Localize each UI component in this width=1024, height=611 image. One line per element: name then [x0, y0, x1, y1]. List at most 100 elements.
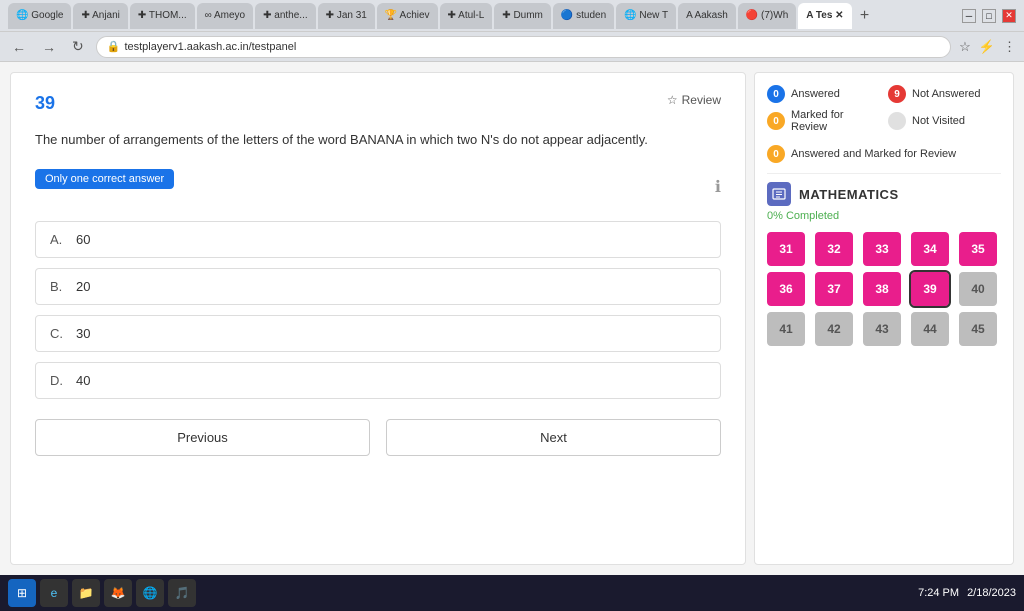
tab-jan31[interactable]: ✚ Jan 31: [318, 3, 375, 29]
completed-percentage: 0% Completed: [767, 210, 1001, 222]
option-c-label: C.: [50, 326, 66, 341]
taskbar-left: ⊞ e 📁 🦊 🌐 🎵: [8, 579, 196, 607]
option-c-value: 30: [76, 326, 90, 341]
previous-button[interactable]: Previous: [35, 419, 370, 456]
question-btn-44[interactable]: 44: [911, 312, 949, 346]
tab-anthe[interactable]: ✚ anthe...: [255, 3, 316, 29]
tab-thom[interactable]: ✚ THOM...: [130, 3, 195, 29]
question-btn-32[interactable]: 32: [815, 232, 853, 266]
tab-anjani[interactable]: ✚ Anjani: [73, 3, 127, 29]
window-maximize[interactable]: □: [982, 9, 996, 23]
option-a[interactable]: A. 60: [35, 221, 721, 258]
legend-answered-marked: 0 Answered and Marked for Review: [767, 145, 1001, 163]
taskbar-media[interactable]: 🎵: [168, 579, 196, 607]
taskbar-folder[interactable]: 📁: [72, 579, 100, 607]
review-label: Review: [682, 93, 721, 107]
bottom-navigation: Previous Next: [35, 409, 721, 456]
url-text: testplayerv1.aakash.ac.in/testpanel: [124, 41, 296, 53]
question-btn-43[interactable]: 43: [863, 312, 901, 346]
question-header: 39 ☆ Review: [35, 93, 721, 114]
tab-achieve[interactable]: 🏆 Achiev: [377, 3, 438, 29]
answered-label: Answered: [791, 88, 840, 100]
question-number-grid: 31 32 33 34 35 36 37 38 39 40 41 42 43 44 45: [767, 232, 1001, 346]
question-text: The number of arrangements of the letter…: [35, 130, 721, 151]
lock-icon: 🔒: [107, 40, 121, 53]
url-input[interactable]: 🔒 testplayerv1.aakash.ac.in/testpanel: [96, 36, 951, 58]
option-a-value: 60: [76, 232, 90, 247]
taskbar-chrome[interactable]: 🌐: [136, 579, 164, 607]
tab-google[interactable]: 🌐 Google: [8, 3, 71, 29]
extensions-icon[interactable]: ⚡: [979, 39, 995, 55]
marked-dot: 0: [767, 112, 785, 130]
taskbar-date: 2/18/2023: [967, 587, 1016, 599]
legend-marked: 0 Marked for Review: [767, 109, 880, 133]
taskbar-ff[interactable]: 🦊: [104, 579, 132, 607]
star-icon: ☆: [667, 93, 678, 107]
question-btn-37[interactable]: 37: [815, 272, 853, 306]
window-close[interactable]: ✕: [1002, 9, 1016, 23]
option-d-value: 40: [76, 373, 90, 388]
taskbar-right: 7:24 PM 2/18/2023: [918, 587, 1016, 599]
question-btn-42[interactable]: 42: [815, 312, 853, 346]
next-button[interactable]: Next: [386, 419, 721, 456]
tab-atul[interactable]: ✚ Atul-L: [440, 3, 493, 29]
forward-button[interactable]: →: [38, 37, 60, 57]
question-btn-45[interactable]: 45: [959, 312, 997, 346]
option-d-label: D.: [50, 373, 66, 388]
taskbar-time: 7:24 PM: [918, 587, 959, 599]
tab-dumm[interactable]: ✚ Dumm: [494, 3, 551, 29]
answered-marked-label: Answered and Marked for Review: [791, 148, 956, 160]
option-b[interactable]: B. 20: [35, 268, 721, 305]
not-visited-dot: [888, 112, 906, 130]
option-a-label: A.: [50, 232, 66, 247]
subject-name: MATHEMATICS: [799, 187, 899, 202]
tab-newt[interactable]: 🌐 New T: [616, 3, 676, 29]
question-btn-36[interactable]: 36: [767, 272, 805, 306]
main-content: 39 ☆ Review The number of arrangements o…: [0, 62, 1024, 575]
bookmark-icon[interactable]: ☆: [959, 39, 971, 55]
legend-not-answered: 9 Not Answered: [888, 85, 1001, 103]
question-btn-41[interactable]: 41: [767, 312, 805, 346]
info-icon[interactable]: ℹ: [715, 177, 721, 197]
subject-header: MATHEMATICS: [767, 182, 1001, 206]
tab-ameyo[interactable]: ∞ Ameyo: [197, 3, 253, 29]
not-answered-dot: 9: [888, 85, 906, 103]
taskbar-start[interactable]: ⊞: [8, 579, 36, 607]
menu-icon[interactable]: ⋮: [1003, 39, 1016, 55]
right-sidebar: 0 Answered 9 Not Answered 0 Marked for R…: [754, 72, 1014, 565]
subject-icon: [767, 182, 791, 206]
answered-marked-dot: 0: [767, 145, 785, 163]
taskbar-ie[interactable]: e: [40, 579, 68, 607]
divider: [767, 173, 1001, 174]
answer-type-badge: Only one correct answer: [35, 169, 174, 189]
window-minimize[interactable]: ─: [962, 9, 976, 23]
tab-aakash[interactable]: A Aakash: [678, 3, 736, 29]
question-btn-33[interactable]: 33: [863, 232, 901, 266]
review-button[interactable]: ☆ Review: [667, 93, 721, 107]
new-tab-button[interactable]: +: [854, 5, 876, 27]
not-visited-label: Not Visited: [912, 115, 965, 127]
question-btn-38[interactable]: 38: [863, 272, 901, 306]
tab-7wh[interactable]: 🔴 (7)Wh: [738, 3, 796, 29]
legend: 0 Answered 9 Not Answered 0 Marked for R…: [767, 85, 1001, 133]
not-answered-label: Not Answered: [912, 88, 980, 100]
legend-not-visited: Not Visited: [888, 109, 1001, 133]
back-button[interactable]: ←: [8, 37, 30, 57]
tab-tes[interactable]: A Tes ✕: [798, 3, 851, 29]
address-bar: ← → ↻ 🔒 testplayerv1.aakash.ac.in/testpa…: [0, 32, 1024, 62]
marked-label: Marked for Review: [791, 109, 880, 133]
question-btn-34[interactable]: 34: [911, 232, 949, 266]
answered-dot: 0: [767, 85, 785, 103]
question-btn-31[interactable]: 31: [767, 232, 805, 266]
question-number: 39: [35, 93, 55, 114]
option-b-value: 20: [76, 279, 90, 294]
tab-studen[interactable]: 🔵 studen: [553, 3, 614, 29]
tabs-container: 🌐 Google ✚ Anjani ✚ THOM... ∞ Ameyo ✚ an…: [8, 3, 876, 29]
refresh-button[interactable]: ↻: [68, 36, 88, 57]
option-c[interactable]: C. 30: [35, 315, 721, 352]
question-btn-39[interactable]: 39: [911, 272, 949, 306]
option-d[interactable]: D. 40: [35, 362, 721, 399]
question-btn-35[interactable]: 35: [959, 232, 997, 266]
question-btn-40[interactable]: 40: [959, 272, 997, 306]
option-b-label: B.: [50, 279, 66, 294]
